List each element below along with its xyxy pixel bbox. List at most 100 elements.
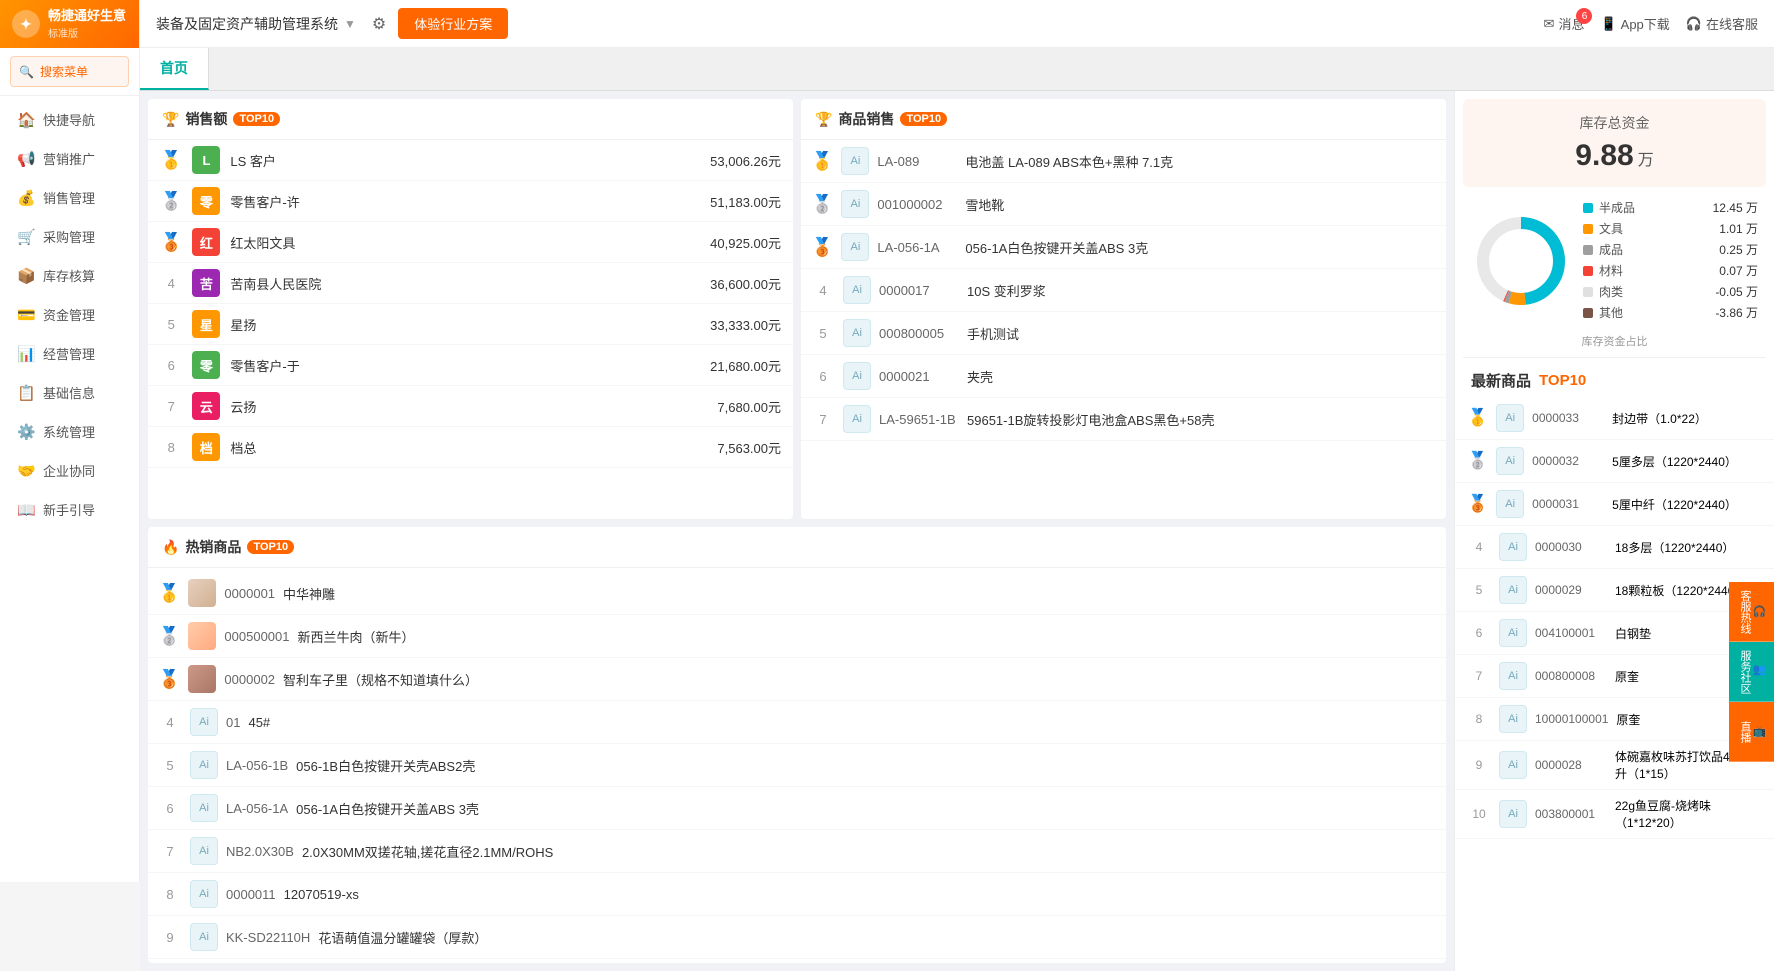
topbar: 装备及固定资产辅助管理系统 ▼ ⚙ 体验行业方案 ✉ 消息 6 📱 App下载 …: [140, 0, 1774, 48]
list-item: 🥉 Ai LA-056-1A 056-1A白色按键开关盖ABS 3克: [801, 226, 1446, 269]
list-item: 6 Ai 004100001 白钢垫: [1455, 612, 1774, 655]
product-thumb: Ai: [1499, 800, 1527, 828]
list-item: 6 Ai 0000021 夹壳: [801, 355, 1446, 398]
sidebar-item-purchase[interactable]: 🛒 采购管理: [0, 217, 139, 256]
list-item: 9 Ai 0000028 体碗嘉枚味苏打饮品400毫升（1*15）: [1455, 741, 1774, 790]
service-community-button[interactable]: 👥 服务社区: [1729, 642, 1774, 702]
avatar: L: [192, 146, 220, 174]
sidebar-item-finance[interactable]: 💳 资金管理: [0, 295, 139, 334]
system-selector[interactable]: 装备及固定资产辅助管理系统 ▼: [156, 14, 356, 34]
settings-icon[interactable]: ⚙: [372, 14, 386, 34]
list-item: 8 Ai 10000100001 原奎: [1455, 698, 1774, 741]
list-item: 4 Ai 01 45#: [148, 701, 1446, 744]
table-row: 🥈 零 零售客户-许 51,183.00元: [148, 181, 793, 222]
medal-gold-icon-h: 🥇: [158, 583, 180, 604]
legend-item-stationery: 文具 1.01 万: [1583, 220, 1758, 237]
list-item: 9 Ai KK-SD22110H 花语萌值温分罐罐袋（厚款）: [148, 916, 1446, 959]
avatar: 档: [192, 433, 220, 461]
list-item: 🥉 0000002 智利车子里（规格不知道填什么）: [148, 658, 1446, 701]
message-button[interactable]: ✉ 消息 6: [1544, 14, 1585, 33]
tabbar: 首页: [140, 48, 1774, 91]
list-item: 5 Ai 0000029 18颗粒板（1220*2440）: [1455, 569, 1774, 612]
product-thumb: Ai: [843, 362, 871, 390]
donut-legend: 半成品 12.45 万 文具 1.01 万 成品 0.25 万: [1583, 199, 1758, 325]
sidebar: ✦ 畅捷通好生意 标准版 🔍 搜索菜单 🏠 快捷导航 📢 营销推广 💰 销售管理…: [0, 0, 140, 882]
hot-products-panel: 🔥 热销商品 TOP10 🥇 0000001 中华神雕 🥈 000500001: [148, 527, 1446, 963]
sidebar-item-guide[interactable]: 📖 新手引导: [0, 490, 139, 529]
list-item: 5 Ai 000800005 手机测试: [801, 312, 1446, 355]
list-item: 7 Ai 000800008 原奎: [1455, 655, 1774, 698]
avatar: 零: [192, 187, 220, 215]
search-icon: 🔍: [19, 65, 34, 79]
list-item: 5 Ai LA-056-1B 056-1B白色按键开关壳ABS2壳: [148, 744, 1446, 787]
avatar: 云: [192, 392, 220, 420]
list-item: 6 Ai LA-056-1A 056-1A白色按键开关盖ABS 3壳: [148, 787, 1446, 830]
trial-button[interactable]: 体验行业方案: [398, 8, 508, 39]
customer-service-button[interactable]: 🎧 客服热线: [1729, 582, 1774, 642]
product-thumb: Ai: [1496, 404, 1524, 432]
legend-item-material: 材料 0.07 万: [1583, 262, 1758, 279]
product-thumb: Ai: [1499, 705, 1527, 733]
medal-bronze-icon-n: 🥉: [1467, 494, 1488, 514]
legend-dot: [1583, 266, 1593, 276]
list-item: 🥇 Ai LA-089 电池盖 LA-089 ABS本色+黑种 7.1克: [801, 140, 1446, 183]
inventory-icon: 📦: [17, 267, 35, 285]
product-image: [188, 579, 216, 607]
sidebar-item-marketing[interactable]: 📢 营销推广: [0, 139, 139, 178]
sidebar-item-inventory[interactable]: 📦 库存核算: [0, 256, 139, 295]
legend-item-semifinished: 半成品 12.45 万: [1583, 199, 1758, 216]
app-download-button[interactable]: 📱 App下载: [1600, 14, 1669, 33]
product-thumb: Ai: [1499, 751, 1527, 779]
avatar: 苦: [192, 269, 220, 297]
product-panel-header: 🏆 商品销售 TOP10: [801, 99, 1446, 140]
sidebar-item-collab[interactable]: 🤝 企业协同: [0, 451, 139, 490]
hot-products-list: 🥇 0000001 中华神雕 🥈 000500001 新西兰牛肉（新牛） 🥉: [148, 568, 1446, 963]
top-panels-row: 🏆 销售额 TOP10 🥇 L LS 客户 53,006.26元: [148, 99, 1446, 519]
legend-dot: [1583, 308, 1593, 318]
avatar: 星: [192, 310, 220, 338]
legend-item-meat: 肉类 -0.05 万: [1583, 283, 1758, 300]
headset-icon: 🎧: [1686, 16, 1702, 32]
content-area: 🏆 销售额 TOP10 🥇 L LS 客户 53,006.26元: [140, 91, 1774, 971]
product-thumb: Ai: [841, 190, 869, 218]
sidebar-item-sales[interactable]: 💰 销售管理: [0, 178, 139, 217]
customer-panel-header: 🏆 销售额 TOP10: [148, 99, 793, 140]
legend-dot: [1583, 245, 1593, 255]
table-row: 6 零 零售客户-于 21,680.00元: [148, 345, 793, 386]
table-row: 4 苦 苦南县人民医院 36,600.00元: [148, 263, 793, 304]
list-item: 7 Ai LA-59651-1B 59651-1B旋转投影灯电池盒ABS黑色+5…: [801, 398, 1446, 441]
product-thumb: Ai: [190, 923, 218, 951]
search-menu-button[interactable]: 🔍 搜索菜单: [10, 56, 129, 87]
product-thumb: Ai: [190, 751, 218, 779]
sidebar-search-area: 🔍 搜索菜单: [0, 48, 139, 96]
sidebar-item-operations[interactable]: 📊 经营管理: [0, 334, 139, 373]
flame-icon: 🔥: [162, 539, 179, 556]
live-button[interactable]: 📺 直播: [1729, 702, 1774, 762]
medal-gold-icon: 🥇: [160, 150, 182, 170]
system-icon: ⚙️: [17, 423, 35, 441]
product-thumb: Ai: [1496, 490, 1524, 518]
message-icon: ✉: [1544, 16, 1555, 32]
medal-silver-icon-p: 🥈: [811, 194, 833, 215]
medal-gold-icon-p: 🥇: [811, 151, 833, 172]
product-thumb: Ai: [190, 837, 218, 865]
product-thumb: Ai: [843, 405, 871, 433]
sidebar-item-home[interactable]: 🏠 快捷导航: [0, 100, 139, 139]
sidebar-nav: 🏠 快捷导航 📢 营销推广 💰 销售管理 🛒 采购管理 📦 库存核算 💳 资金管…: [0, 96, 139, 882]
list-item: 🥇 Ai 0000033 封边带（1.0*22）: [1455, 397, 1774, 440]
tab-home[interactable]: 首页: [140, 48, 209, 90]
list-item: 🥉 Ai 0000031 5厘中纤（1220*2440）: [1455, 483, 1774, 526]
sidebar-item-system[interactable]: ⚙️ 系统管理: [0, 412, 139, 451]
table-row: 8 档 档总 7,563.00元: [148, 427, 793, 468]
product-sales-list: 🥇 Ai LA-089 电池盖 LA-089 ABS本色+黑种 7.1克 🥈 A…: [801, 140, 1446, 519]
product-thumb: Ai: [843, 319, 871, 347]
float-service: 🎧 客服热线 👥 服务社区 📺 直播: [1729, 582, 1774, 762]
sidebar-logo: ✦ 畅捷通好生意 标准版: [0, 0, 139, 48]
list-item: 8 Ai 0000011 12070519-xs: [148, 873, 1446, 916]
legend-dot: [1583, 224, 1593, 234]
online-service-button[interactable]: 🎧 在线客服: [1686, 14, 1758, 33]
medal-silver-icon-n: 🥈: [1467, 451, 1488, 471]
donut-chart: [1471, 211, 1571, 314]
inventory-amount-display: 9.88 万: [1479, 139, 1750, 173]
sidebar-item-basics[interactable]: 📋 基础信息: [0, 373, 139, 412]
